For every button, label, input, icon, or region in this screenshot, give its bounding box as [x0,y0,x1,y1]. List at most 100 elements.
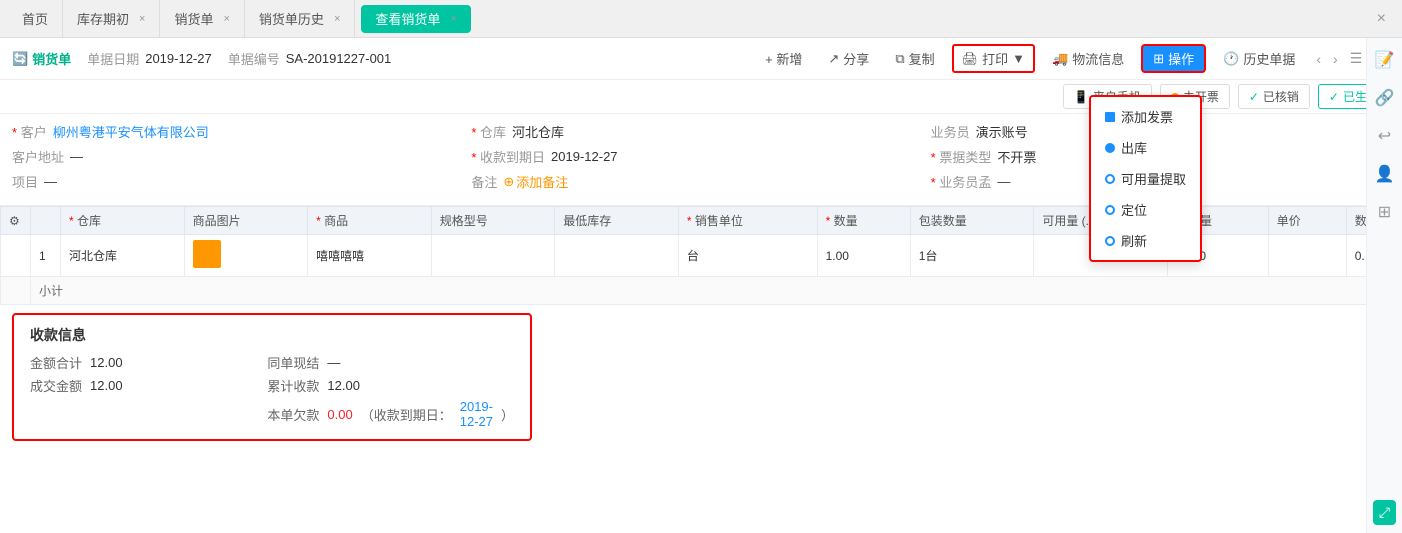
sidebar-link-icon[interactable]: 🔗 [1371,84,1399,112]
tab-inventory[interactable]: 库存期初 × [63,0,160,38]
th-settings[interactable]: ⚙ [1,207,31,235]
cell-quantity: 1.00 [817,235,910,277]
history-icon: 🕐 [1223,51,1239,67]
operate-button[interactable]: ⊞ 操作 [1141,44,1206,73]
cumulative-label: 累计收款 [267,376,319,395]
customer-field: * 客户 柳州粤港平安气体有限公司 [12,122,471,141]
same-order-label: 同单现结 [267,353,319,372]
sidebar-edit-icon[interactable]: 📝 [1371,46,1399,74]
logistics-label: 物流信息 [1072,49,1124,68]
tab-home-label: 首页 [22,9,48,28]
available-qty-item[interactable]: 可用量提取 [1091,163,1200,194]
tab-view-sales-close[interactable]: × [450,13,456,25]
locate-item[interactable]: 定位 [1091,194,1200,225]
sidebar-user-icon[interactable]: 👤 [1371,160,1399,188]
note-label: 备注 [471,172,497,191]
payment-date-field: * 收款到期日 2019-12-27 [471,147,930,166]
doc-date-field: 单据日期 2019-12-27 [87,49,212,68]
sidebar-return-icon[interactable]: ↩ [1374,122,1395,150]
tab-sales-close[interactable]: × [223,13,229,25]
prev-button[interactable]: ‹ [1312,49,1325,69]
deal-amount-value: 12.00 [90,378,123,393]
customer-label: 客户 [21,125,47,140]
next-button[interactable]: › [1329,49,1342,69]
copy-icon: ⧉ [895,51,904,67]
copy-label: 复制 [909,49,935,68]
th-min-stock: 最低库存 [555,207,679,235]
verified-button[interactable]: ✓ 已核销 [1238,84,1310,109]
add-invoice-item[interactable]: 添加发票 [1091,101,1200,132]
operate-icon: ⊞ [1153,51,1164,67]
th-quantity: * 数量 [817,207,910,235]
cell-package-qty: 1台 [910,235,1034,277]
print-label: 打印 [982,49,1008,68]
add-note-label: 添加备注 [516,172,568,191]
phone-icon: 📱 [1074,90,1089,104]
doc-header: 🔄 销货单 单据日期 2019-12-27 单据编号 SA-20191227-0… [0,38,1402,80]
customer-value[interactable]: 柳州粤港平安气体有限公司 [53,122,209,141]
cell-unit-price [1268,235,1346,277]
staff2-value: — [997,174,1010,189]
doc-type-icon: 🔄 [12,51,28,67]
total-amount-label: 金额合计 [30,353,82,372]
address-value: — [70,149,83,164]
doc-number-value: SA-20191227-001 [286,51,392,66]
operate-label: 操作 [1168,49,1194,68]
logistics-button[interactable]: 🚚 物流信息 [1043,45,1133,72]
th-unit-price: 单价 [1268,207,1346,235]
new-label: + 新增 [765,49,802,68]
add-invoice-label: 添加发票 [1121,107,1173,126]
square-icon [1105,112,1115,122]
tab-view-sales[interactable]: 查看销货单 × [361,5,470,33]
window-close-button[interactable]: × [1369,10,1394,28]
dot-outline-icon-1 [1105,174,1115,184]
add-note-button[interactable]: ⊕ 添加备注 [503,172,568,191]
staff-value: 演示账号 [976,122,1028,141]
refresh-item[interactable]: 刷新 [1091,225,1200,256]
copy-button[interactable]: ⧉ 复制 [886,45,943,72]
doc-date-label: 单据日期 [87,49,139,68]
share-button[interactable]: ↗ 分享 [819,45,878,72]
ticket-value: 不开票 [997,147,1036,166]
doc-actions: + 新增 ↗ 分享 ⧉ 复制 🖨 打印 ▼ 🚚 物流信息 ⊞ 操作 [756,44,1390,73]
logistics-icon: 🚚 [1052,51,1068,67]
tab-sales-label: 销货单 [174,9,213,28]
new-button[interactable]: + 新增 [756,45,811,72]
tab-inventory-label: 库存期初 [77,9,129,28]
history-label: 历史单据 [1243,49,1295,68]
project-field: 项目 — [12,172,471,191]
due-date-prefix: （收款到期日： [361,405,452,424]
due-date-value: 2019-12-27 [460,399,493,429]
tab-view-sales-label: 查看销货单 [375,9,440,28]
share-icon: ↗ [828,51,839,67]
doc-date-value: 2019-12-27 [145,51,212,66]
subtotal-settings [1,277,31,305]
tab-home[interactable]: 首页 [8,0,63,38]
plus-icon: ⊕ [503,174,514,190]
th-product-img: 商品图片 [184,207,308,235]
deal-amount-label: 成交金额 [30,376,82,395]
th-spec: 规格型号 [431,207,555,235]
tab-sales[interactable]: 销货单 × [160,0,244,38]
th-package-qty: 包装数量 [910,207,1034,235]
history-button[interactable]: 🕐 历史单据 [1214,45,1304,72]
subtotal-label: 小计 [31,277,1402,305]
tab-sales-history-close[interactable]: × [334,13,340,25]
th-row-num [31,207,61,235]
due-amount-value: 0.00 [327,407,352,422]
doc-type-label: 销货单 [32,49,71,68]
sidebar-expand-icon[interactable]: ⤢ [1373,500,1396,525]
tab-sales-history[interactable]: 销货单历史 × [245,0,355,38]
view-list-button[interactable]: ☰ [1346,48,1367,69]
total-amount-value: 12.00 [90,355,123,370]
sidebar-grid-icon[interactable]: ⊞ [1374,198,1395,226]
dot-outline-icon-3 [1105,236,1115,246]
available-qty-label: 可用量提取 [1121,169,1186,188]
check-icon: ✓ [1249,90,1259,104]
print-dropdown-arrow: ▼ [1012,51,1025,66]
th-product: * 商品 [308,207,432,235]
outbound-item[interactable]: 出库 [1091,132,1200,163]
print-button[interactable]: 🖨 打印 ▼ [952,44,1035,73]
project-label: 项目 [12,172,38,191]
tab-inventory-close[interactable]: × [139,13,145,25]
